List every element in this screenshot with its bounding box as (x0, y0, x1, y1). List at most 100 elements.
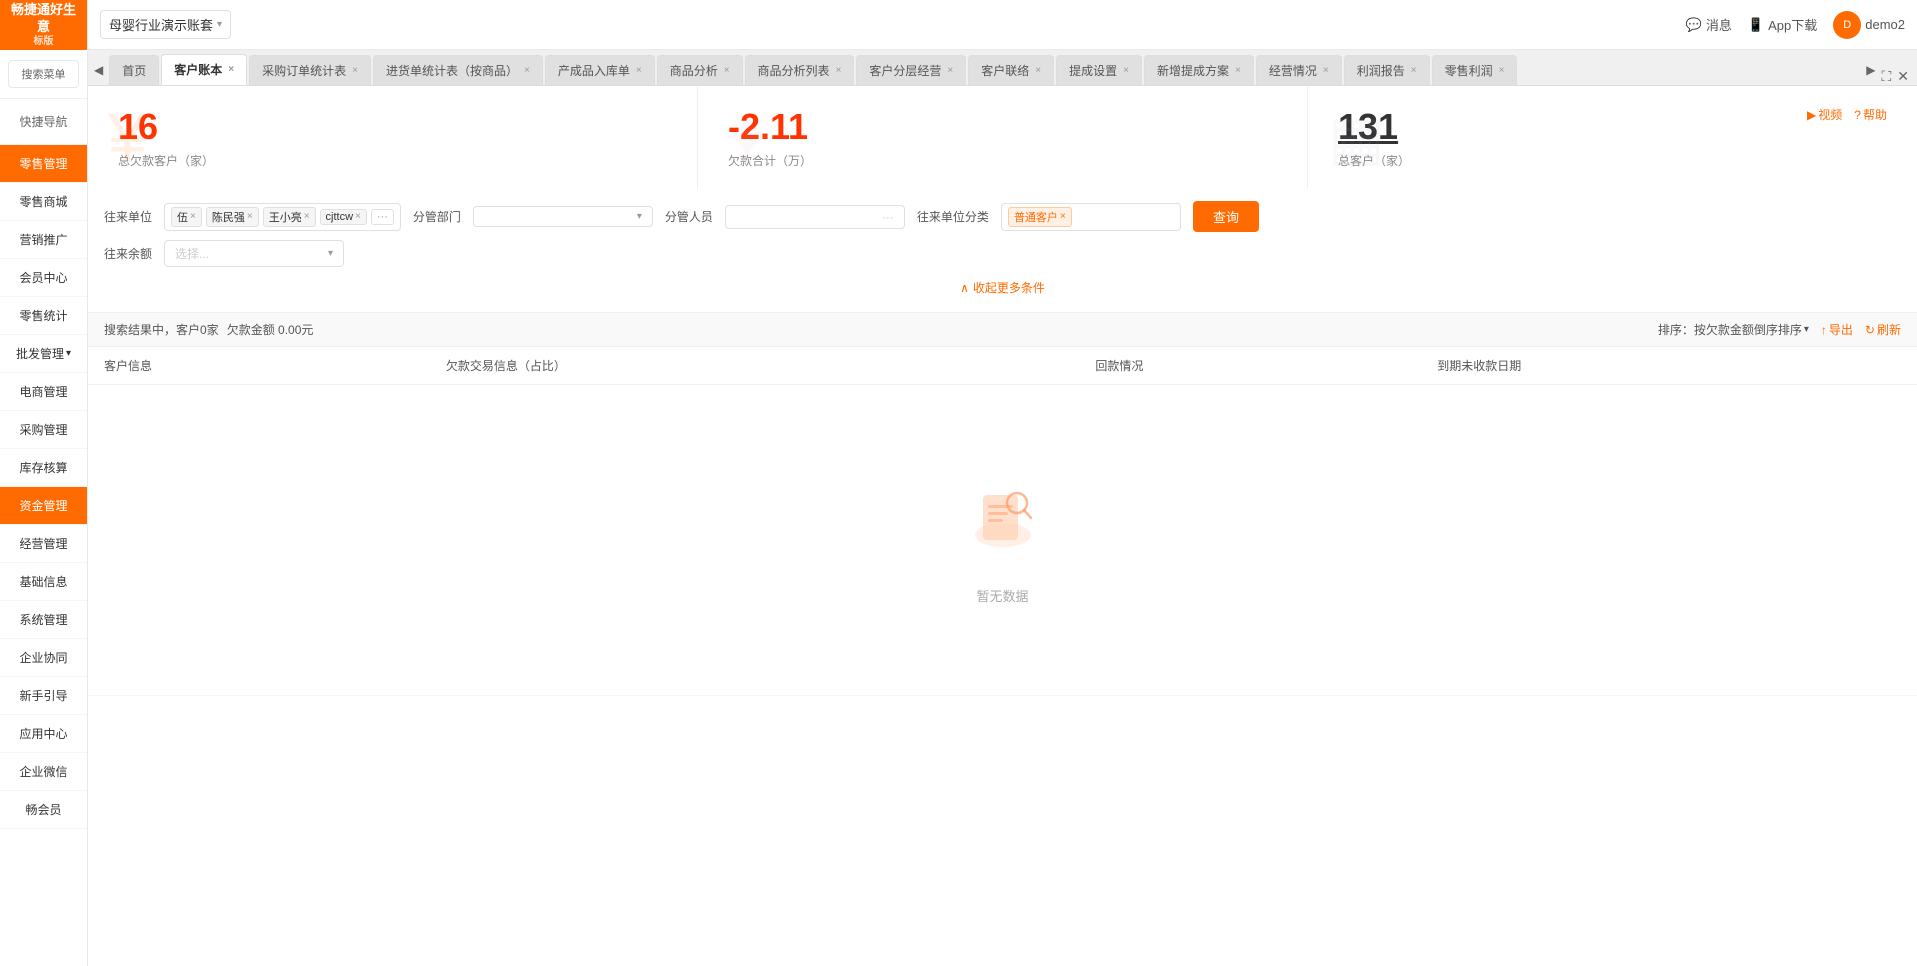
message-icon: 💬 (1686, 17, 1702, 33)
close-all-button[interactable]: ✕ (1897, 68, 1909, 85)
tab-close-9[interactable]: × (1123, 65, 1129, 76)
sidebar-item-应用中心[interactable]: 应用中心 (0, 715, 87, 753)
results-amount: 欠款金额 0.00元 (227, 321, 314, 338)
tab-close-12[interactable]: × (1411, 65, 1417, 76)
tag-close[interactable]: × (304, 211, 310, 222)
company-filter-tags[interactable]: 伍 ×陈民强 ×王小亮 ×cjttcw ×··· (164, 203, 401, 231)
query-button[interactable]: 查询 (1193, 201, 1259, 232)
avatar: D (1833, 11, 1861, 39)
category-tag-普通客户: 普通客户 × (1008, 207, 1072, 227)
message-button[interactable]: 💬 消息 (1686, 15, 1732, 34)
category-filter-tags[interactable]: 普通客户 × (1001, 203, 1181, 231)
sidebar-search-section: 搜索菜单 (0, 50, 87, 99)
tab-close-4[interactable]: × (636, 65, 642, 76)
table-header: 客户信息欠款交易信息（占比）回款情况到期未收款日期 (88, 347, 1917, 385)
tab-5[interactable]: 商品分析× (657, 55, 743, 85)
sidebar-item-企业微信[interactable]: 企业微信 (0, 753, 87, 791)
tab-1[interactable]: 客户账本× (161, 54, 247, 85)
sidebar-item-系统管理[interactable]: 系统管理 (0, 601, 87, 639)
tab-13[interactable]: 零售利润 × (1432, 55, 1518, 85)
tab-close-2[interactable]: × (352, 65, 358, 76)
tab-12[interactable]: 利润报告 × (1344, 55, 1430, 85)
export-button[interactable]: ↑导出 (1821, 321, 1853, 338)
tab-label-12: 利润报告 (1357, 62, 1405, 79)
tab-2[interactable]: 采购订单统计表× (249, 55, 371, 85)
sidebar-item-库存核算[interactable]: 库存核算 (0, 449, 87, 487)
tabbar-actions: ⛶ ✕ (1881, 68, 1917, 85)
col-回款情况: 回款情况 (1079, 347, 1421, 385)
tab-close-10[interactable]: × (1235, 65, 1241, 76)
tab-0[interactable]: 首页 (109, 55, 159, 85)
sidebar-item-经营管理[interactable]: 经营管理 (0, 525, 87, 563)
tab-8[interactable]: 客户联络× (968, 55, 1054, 85)
tag-close[interactable]: × (355, 211, 361, 222)
sidebar-item-采购管理[interactable]: 采购管理 (0, 411, 87, 449)
sidebar-item-零售管理[interactable]: 零售管理 (0, 145, 87, 183)
tab-close-11[interactable]: × (1323, 65, 1329, 76)
empty-state: 暂无数据 (104, 395, 1901, 685)
tab-label-7: 客户分层经营 (869, 62, 941, 79)
sidebar-item-企业协同[interactable]: 企业协同 (0, 639, 87, 677)
tag-close[interactable]: × (190, 211, 196, 222)
filter-row-2: 往来余额 选择... (104, 240, 1901, 267)
dept-filter-label: 分管部门 (413, 208, 461, 225)
sidebar-item-电商管理[interactable]: 电商管理 (0, 373, 87, 411)
help-link[interactable]: ? 帮助 (1854, 106, 1887, 123)
tab-label-4: 产成品入库单 (558, 62, 630, 79)
tab-close-7[interactable]: × (947, 65, 953, 76)
tab-scroll-left[interactable]: ◀ (88, 55, 109, 85)
stats-bar: ¥ 16 总欠款客户（家） ✦ -2.11 欠款合计（万） ▦ 131 总客户（… (88, 86, 1917, 189)
balance-placeholder: 选择... (175, 245, 209, 262)
search-menu-button[interactable]: 搜索菜单 (8, 60, 79, 88)
tab-9[interactable]: 提成设置 × (1056, 55, 1142, 85)
tab-close-5[interactable]: × (724, 65, 730, 76)
video-link[interactable]: ▶ 视频 (1807, 106, 1842, 123)
balance-filter-select[interactable]: 选择... (164, 240, 344, 267)
person-filter-input[interactable]: ··· (725, 205, 905, 229)
stat-total-debt-customers: ¥ 16 总欠款客户（家） (88, 86, 698, 189)
user-menu[interactable]: D demo2 (1833, 11, 1905, 39)
account-selector[interactable]: 母婴行业演示账套 (100, 10, 231, 39)
sidebar-item-批发管理[interactable]: 批发管理 (0, 335, 87, 373)
stat-total-debt-amount: ✦ -2.11 欠款合计（万） (698, 86, 1308, 189)
tab-10[interactable]: 新增提成方案× (1144, 55, 1254, 85)
sort-button[interactable]: 排序：按欠款金额倒序排序 (1658, 321, 1809, 338)
tab-label-13: 零售利润 (1445, 62, 1493, 79)
refresh-button[interactable]: ↻刷新 (1865, 321, 1901, 338)
results-bar-right: 排序：按欠款金额倒序排序 ↑导出 ↻刷新 (1658, 321, 1901, 338)
category-tag-close[interactable]: × (1060, 211, 1066, 222)
tab-6[interactable]: 商品分析列表× (745, 55, 855, 85)
sidebar-item-营销推广[interactable]: 营销推广 (0, 221, 87, 259)
tab-close-6[interactable]: × (836, 65, 842, 76)
tab-close-1[interactable]: × (228, 64, 234, 75)
sidebar-item-畅会员[interactable]: 畅会员 (0, 791, 87, 829)
tab-11[interactable]: 经营情况× (1256, 55, 1342, 85)
balance-filter-label: 往来余额 (104, 245, 152, 262)
col-欠款交易信息（占比）: 欠款交易信息（占比） (430, 347, 1080, 385)
tab-close-8[interactable]: × (1035, 65, 1041, 76)
tab-close-13[interactable]: × (1499, 65, 1505, 76)
app-download-button[interactable]: 📱 App下载 (1748, 15, 1817, 34)
more-tags-button[interactable]: ··· (371, 209, 394, 225)
tab-4[interactable]: 产成品入库单 × (545, 55, 655, 85)
quick-nav-button[interactable]: 快捷导航 (8, 109, 79, 134)
company-filter-label: 往来单位 (104, 208, 152, 225)
collapse-filter-button[interactable]: ∧ 收起更多条件 (104, 275, 1901, 300)
sidebar-item-会员中心[interactable]: 会员中心 (0, 259, 87, 297)
tab-3[interactable]: 进货单统计表（按商品）× (373, 55, 543, 85)
tab-label-0: 首页 (122, 62, 146, 79)
dept-filter-select[interactable] (473, 206, 653, 227)
main-area: 母婴行业演示账套 💬 消息 📱 App下载 D demo2 ◀ 首页客 (88, 0, 1917, 966)
sidebar-item-资金管理[interactable]: 资金管理 (0, 487, 87, 525)
tab-7[interactable]: 客户分层经营 × (856, 55, 966, 85)
table-body: 暂无数据 (88, 385, 1917, 696)
tag-close[interactable]: × (247, 211, 253, 222)
sidebar-item-基础信息[interactable]: 基础信息 (0, 563, 87, 601)
tab-close-3[interactable]: × (524, 65, 530, 76)
tab-label-9: 提成设置 (1069, 62, 1117, 79)
maximize-button[interactable]: ⛶ (1881, 68, 1891, 85)
tab-scroll-right[interactable]: ▶ (1860, 55, 1881, 85)
sidebar-item-新手引导[interactable]: 新手引导 (0, 677, 87, 715)
sidebar-item-零售商城[interactable]: 零售商城 (0, 183, 87, 221)
sidebar-item-零售统计[interactable]: 零售统计 (0, 297, 87, 335)
